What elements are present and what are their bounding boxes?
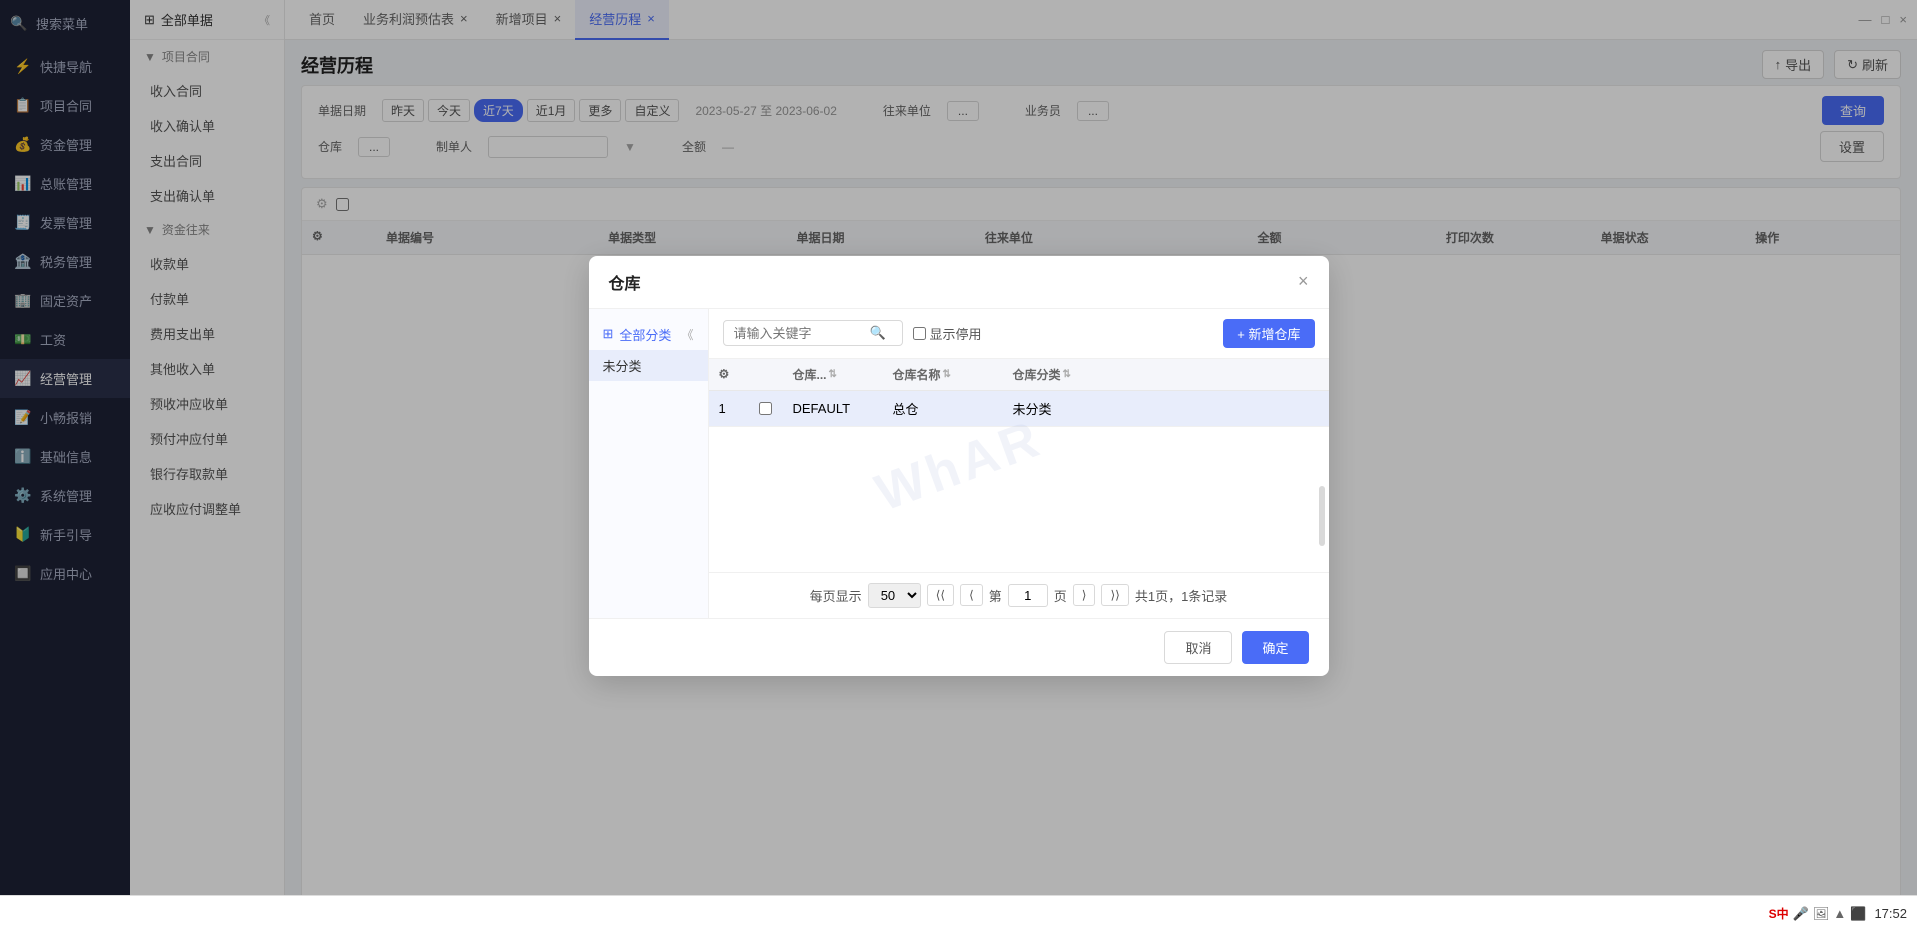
modal-title: 仓库 bbox=[609, 270, 641, 294]
dt-col-name[interactable]: 仓库名称 ⇅ bbox=[883, 359, 1003, 390]
page-suffix: 页 bbox=[1054, 586, 1067, 605]
next-page-button[interactable]: ⟩ bbox=[1073, 584, 1096, 606]
per-page-label: 每页显示 bbox=[810, 586, 862, 605]
modal-search-box: 🔍 bbox=[723, 320, 903, 346]
last-page-button[interactable]: ⟩⟩ bbox=[1101, 584, 1128, 606]
prev-page-button[interactable]: ⟨ bbox=[960, 584, 983, 606]
dt-header: ⚙ 仓库... ⇅ 仓库名称 ⇅ 仓库分类 ⇅ bbox=[709, 359, 1329, 391]
show-disabled-checkbox[interactable] bbox=[913, 327, 926, 340]
col-name-label: 仓库名称 bbox=[893, 366, 941, 383]
modal-right-panel: 🔍 显示停用 + 新增仓库 ⚙ 仓库... ⇅ bbox=[709, 309, 1329, 618]
add-warehouse-button[interactable]: + 新增仓库 bbox=[1223, 319, 1314, 348]
modal-left-all-categories[interactable]: ⊞ 全部分类 《 bbox=[589, 319, 708, 350]
total-info: 共1页，1条记录 bbox=[1135, 586, 1227, 605]
modal-search-icon: 🔍 bbox=[870, 325, 886, 341]
sort-arrow-code: ⇅ bbox=[829, 369, 837, 380]
all-categories-label: 全部分类 bbox=[619, 325, 671, 344]
scroll-indicator bbox=[1319, 486, 1325, 546]
unclassified-label: 未分类 bbox=[603, 359, 642, 374]
taskbar-img-icon: 🖼 bbox=[1813, 906, 1830, 922]
page-input[interactable] bbox=[1008, 584, 1048, 607]
modal-overlay: 仓库 × ⊞ 全部分类 《 未分类 WhAR bbox=[0, 0, 1917, 931]
all-categories-icon: ⊞ bbox=[603, 326, 614, 342]
taskbar-s-icon: S中 bbox=[1769, 905, 1789, 922]
dt-col-category[interactable]: 仓库分类 ⇅ bbox=[1003, 359, 1123, 390]
modal-right-toolbar: 🔍 显示停用 + 新增仓库 bbox=[709, 309, 1329, 359]
page-label: 第 bbox=[989, 586, 1002, 605]
taskbar: S中 🎤 🖼 ▲ ⬛ 17:52 bbox=[0, 895, 1917, 931]
modal-header: 仓库 × bbox=[589, 256, 1329, 309]
taskbar-up-icon: ▲ bbox=[1833, 906, 1846, 921]
cancel-button[interactable]: 取消 bbox=[1164, 631, 1232, 664]
row-category-cell: 未分类 bbox=[1003, 391, 1123, 426]
row-name-cell: 总仓 bbox=[883, 391, 1003, 426]
row-checkbox[interactable] bbox=[759, 402, 772, 415]
row-code-cell: DEFAULT bbox=[783, 391, 883, 426]
modal-footer: 取消 确定 bbox=[589, 618, 1329, 676]
modal-close-button[interactable]: × bbox=[1298, 271, 1309, 292]
table-row[interactable]: 1 DEFAULT 总仓 未分类 bbox=[709, 391, 1329, 427]
dt-col-check bbox=[749, 359, 783, 390]
modal-body: ⊞ 全部分类 《 未分类 WhAR 🔍 bbox=[589, 309, 1329, 618]
dt-col-settings: ⚙ bbox=[709, 359, 749, 390]
modal-left-panel: ⊞ 全部分类 《 未分类 WhAR bbox=[589, 309, 709, 618]
row-settings-cell: 1 bbox=[709, 391, 749, 426]
sort-arrow-category: ⇅ bbox=[1063, 369, 1071, 380]
col-code-label: 仓库... bbox=[793, 366, 827, 383]
col-category-label: 仓库分类 bbox=[1013, 366, 1061, 383]
show-disabled-label[interactable]: 显示停用 bbox=[913, 324, 982, 343]
modal-data-table: ⚙ 仓库... ⇅ 仓库名称 ⇅ 仓库分类 ⇅ bbox=[709, 359, 1329, 572]
modal-pagination: 每页显示 50 ⟨⟨ ⟨ 第 页 ⟩ ⟩⟩ 共1页，1条记录 bbox=[709, 572, 1329, 618]
taskbar-square-icon: ⬛ bbox=[1850, 906, 1866, 922]
taskbar-mic-icon: 🎤 bbox=[1793, 906, 1809, 922]
show-disabled-text: 显示停用 bbox=[930, 324, 982, 343]
warehouse-modal: 仓库 × ⊞ 全部分类 《 未分类 WhAR bbox=[589, 256, 1329, 676]
taskbar-time: 17:52 bbox=[1874, 906, 1907, 921]
confirm-button[interactable]: 确定 bbox=[1242, 631, 1308, 664]
modal-left-unclassified[interactable]: 未分类 bbox=[589, 350, 708, 381]
dt-col-code[interactable]: 仓库... ⇅ bbox=[783, 359, 883, 390]
left-collapse-icon[interactable]: 《 bbox=[681, 326, 693, 343]
modal-search-input[interactable] bbox=[734, 326, 864, 341]
per-page-select[interactable]: 50 bbox=[868, 583, 921, 608]
first-page-button[interactable]: ⟨⟨ bbox=[927, 584, 954, 606]
row-check-cell[interactable] bbox=[749, 391, 783, 426]
sort-arrow-name: ⇅ bbox=[943, 369, 951, 380]
